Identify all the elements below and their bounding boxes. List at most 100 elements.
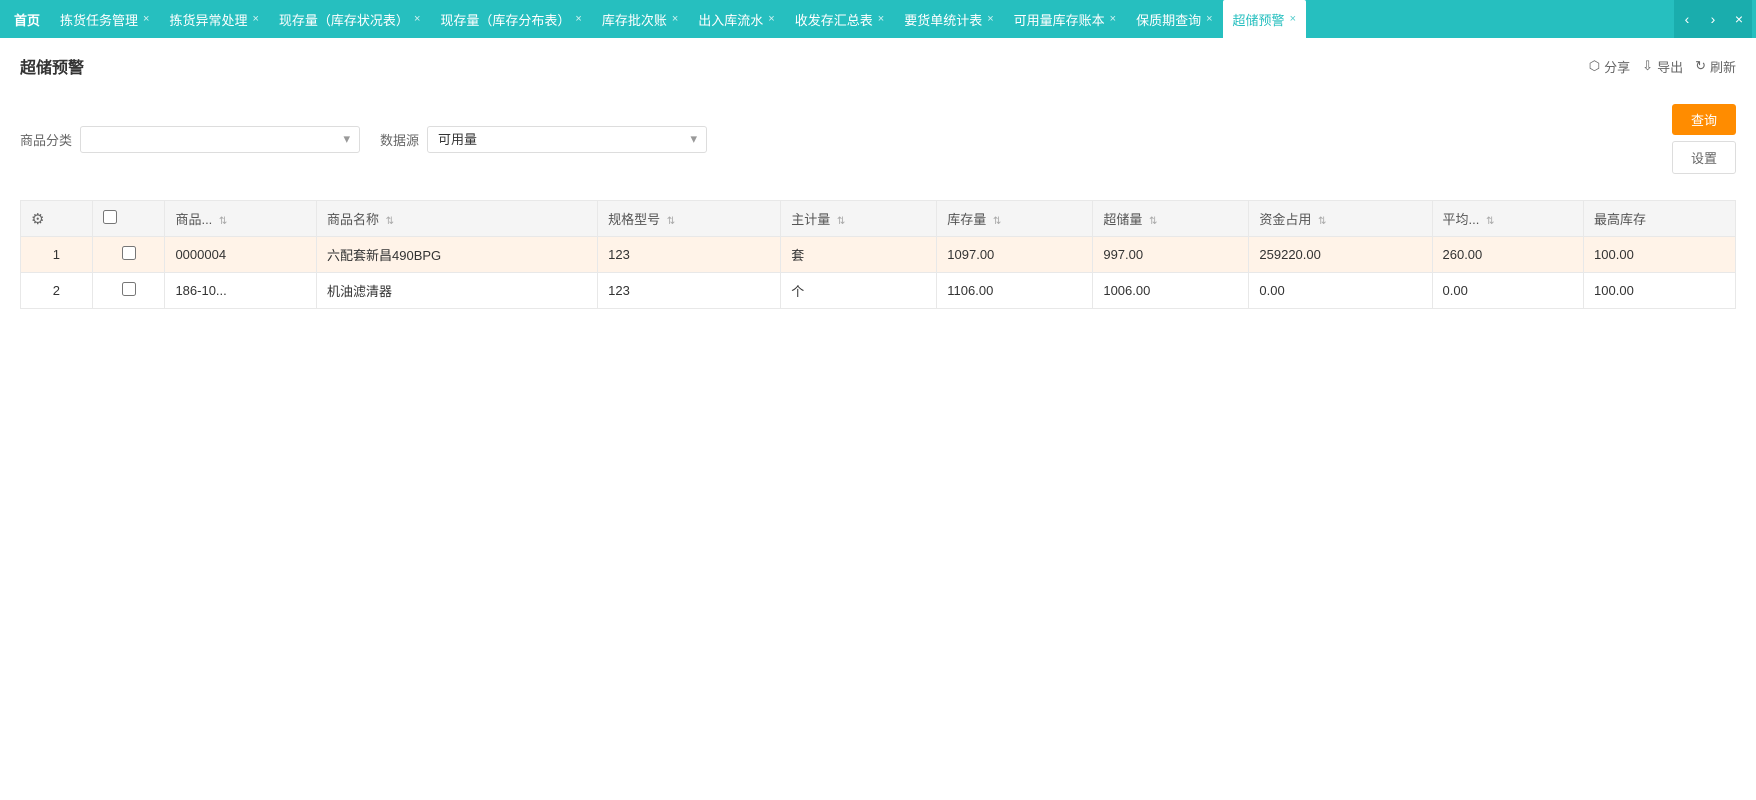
table-row: 2 186-10... 机油滤清器 123 个 1106.00 1006.00 … bbox=[21, 273, 1736, 309]
row-product-name: 机油滤清器 bbox=[317, 273, 598, 309]
datasource-filter-group: 数据源 可用量 bbox=[380, 126, 707, 153]
close-icon[interactable]: × bbox=[143, 13, 149, 25]
share-icon: ⬡ bbox=[1589, 58, 1600, 74]
export-icon: ⇩ bbox=[1642, 58, 1653, 74]
category-filter-group: 商品分类 bbox=[20, 126, 360, 153]
col-product-name: 商品名称 ⇅ bbox=[317, 201, 598, 237]
row-capital: 0.00 bbox=[1249, 273, 1432, 309]
datasource-select-wrapper: 可用量 bbox=[427, 126, 707, 153]
row-checkbox-cell bbox=[92, 237, 165, 273]
row-product-code: 0000004 bbox=[165, 237, 317, 273]
gear-icon[interactable]: ⚙ bbox=[31, 211, 44, 228]
nav-item-order-stat[interactable]: 要货单统计表 × bbox=[894, 0, 1003, 38]
nav-item-summary[interactable]: 收发存汇总表 × bbox=[785, 0, 894, 38]
nav-item-overstock[interactable]: 超储预警 × bbox=[1223, 0, 1306, 38]
col-max-stock: 最高库存 bbox=[1584, 201, 1736, 237]
select-all-checkbox[interactable] bbox=[103, 210, 117, 224]
refresh-icon: ↻ bbox=[1695, 58, 1706, 74]
table-body: 1 0000004 六配套新昌490BPG 123 套 1097.00 997.… bbox=[21, 237, 1736, 309]
nav-item-stock-dist[interactable]: 现存量（库存分布表） × bbox=[430, 0, 591, 38]
sort-icon[interactable]: ⇅ bbox=[1149, 216, 1157, 227]
row-spec: 123 bbox=[598, 273, 781, 309]
export-button[interactable]: ⇩ 导出 bbox=[1642, 57, 1683, 76]
col-unit: 主计量 ⇅ bbox=[781, 201, 937, 237]
settings-button[interactable]: 设置 bbox=[1672, 141, 1736, 174]
share-button[interactable]: ⬡ 分享 bbox=[1589, 57, 1630, 76]
close-icon[interactable]: × bbox=[768, 13, 774, 25]
row-overstock: 1006.00 bbox=[1093, 273, 1249, 309]
nav-next-button[interactable]: › bbox=[1700, 0, 1726, 38]
query-button[interactable]: 查询 bbox=[1672, 104, 1736, 135]
nav-item-flow[interactable]: 出入库流水 × bbox=[688, 0, 784, 38]
page-title: 超储预警 bbox=[20, 54, 84, 78]
nav-item-exception[interactable]: 拣货异常处理 × bbox=[159, 0, 268, 38]
nav-item-stock-status[interactable]: 现存量（库存状况表） × bbox=[269, 0, 430, 38]
row-capital: 259220.00 bbox=[1249, 237, 1432, 273]
col-gear: ⚙ bbox=[21, 201, 93, 237]
col-avg: 平均... ⇅ bbox=[1432, 201, 1584, 237]
page-content: 超储预警 ⬡ 分享 ⇩ 导出 ↻ 刷新 商品分类 bbox=[0, 38, 1756, 800]
table-row: 1 0000004 六配套新昌490BPG 123 套 1097.00 997.… bbox=[21, 237, 1736, 273]
row-product-name: 六配套新昌490BPG bbox=[317, 237, 598, 273]
nav-close-button[interactable]: × bbox=[1726, 0, 1752, 38]
nav-item-expiry[interactable]: 保质期查询 × bbox=[1126, 0, 1222, 38]
nav-arrows: ‹ › × bbox=[1674, 0, 1752, 38]
close-icon[interactable]: × bbox=[575, 13, 581, 25]
close-icon[interactable]: × bbox=[1290, 13, 1296, 25]
sort-icon[interactable]: ⇅ bbox=[386, 216, 394, 227]
col-overstock: 超储量 ⇅ bbox=[1093, 201, 1249, 237]
col-capital: 资金占用 ⇅ bbox=[1249, 201, 1432, 237]
row-seq: 1 bbox=[21, 237, 93, 273]
category-select[interactable] bbox=[80, 126, 360, 153]
table-header-row: ⚙ 商品... ⇅ 商品名称 ⇅ 规格型号 ⇅ 主计量 bbox=[21, 201, 1736, 237]
category-label: 商品分类 bbox=[20, 130, 72, 149]
row-max-stock: 100.00 bbox=[1584, 237, 1736, 273]
close-icon[interactable]: × bbox=[1110, 13, 1116, 25]
row-avg: 0.00 bbox=[1432, 273, 1584, 309]
close-icon[interactable]: × bbox=[987, 13, 993, 25]
category-select-wrapper bbox=[80, 126, 360, 153]
nav-prev-button[interactable]: ‹ bbox=[1674, 0, 1700, 38]
top-navigation: 首页 拣货任务管理 × 拣货异常处理 × 现存量（库存状况表） × 现存量（库存… bbox=[0, 0, 1756, 38]
row-max-stock: 100.00 bbox=[1584, 273, 1736, 309]
row-checkbox[interactable] bbox=[122, 246, 136, 260]
header-actions: ⬡ 分享 ⇩ 导出 ↻ 刷新 bbox=[1589, 57, 1736, 76]
filter-area: 商品分类 数据源 可用量 查询 设置 bbox=[20, 94, 1736, 184]
refresh-button[interactable]: ↻ 刷新 bbox=[1695, 57, 1736, 76]
sort-icon[interactable]: ⇅ bbox=[837, 216, 845, 227]
sort-icon[interactable]: ⇅ bbox=[1318, 216, 1326, 227]
sort-icon[interactable]: ⇅ bbox=[667, 216, 675, 227]
col-checkbox bbox=[92, 201, 165, 237]
col-spec: 规格型号 ⇅ bbox=[598, 201, 781, 237]
datasource-select[interactable]: 可用量 bbox=[427, 126, 707, 153]
filter-actions: 查询 设置 bbox=[1672, 104, 1736, 174]
page-header: 超储预警 ⬡ 分享 ⇩ 导出 ↻ 刷新 bbox=[20, 54, 1736, 78]
row-stock: 1097.00 bbox=[937, 237, 1093, 273]
data-table: ⚙ 商品... ⇅ 商品名称 ⇅ 规格型号 ⇅ 主计量 bbox=[20, 200, 1736, 309]
sort-icon[interactable]: ⇅ bbox=[219, 216, 227, 227]
row-avg: 260.00 bbox=[1432, 237, 1584, 273]
row-unit: 个 bbox=[781, 273, 937, 309]
close-icon[interactable]: × bbox=[1206, 13, 1212, 25]
close-icon[interactable]: × bbox=[252, 13, 258, 25]
nav-item-batch[interactable]: 库存批次账 × bbox=[592, 0, 688, 38]
row-unit: 套 bbox=[781, 237, 937, 273]
close-icon[interactable]: × bbox=[672, 13, 678, 25]
sort-icon[interactable]: ⇅ bbox=[993, 216, 1001, 227]
close-icon[interactable]: × bbox=[878, 13, 884, 25]
close-icon[interactable]: × bbox=[414, 13, 420, 25]
datasource-label: 数据源 bbox=[380, 130, 419, 149]
row-checkbox-cell bbox=[92, 273, 165, 309]
col-stock: 库存量 ⇅ bbox=[937, 201, 1093, 237]
row-stock: 1106.00 bbox=[937, 273, 1093, 309]
row-spec: 123 bbox=[598, 237, 781, 273]
nav-item-available[interactable]: 可用量库存账本 × bbox=[1004, 0, 1126, 38]
row-checkbox[interactable] bbox=[122, 282, 136, 296]
nav-item-home[interactable]: 首页 bbox=[4, 0, 50, 38]
col-product-code: 商品... ⇅ bbox=[165, 201, 317, 237]
row-overstock: 997.00 bbox=[1093, 237, 1249, 273]
row-product-code: 186-10... bbox=[165, 273, 317, 309]
sort-icon[interactable]: ⇅ bbox=[1486, 216, 1494, 227]
nav-item-task[interactable]: 拣货任务管理 × bbox=[50, 0, 159, 38]
row-seq: 2 bbox=[21, 273, 93, 309]
